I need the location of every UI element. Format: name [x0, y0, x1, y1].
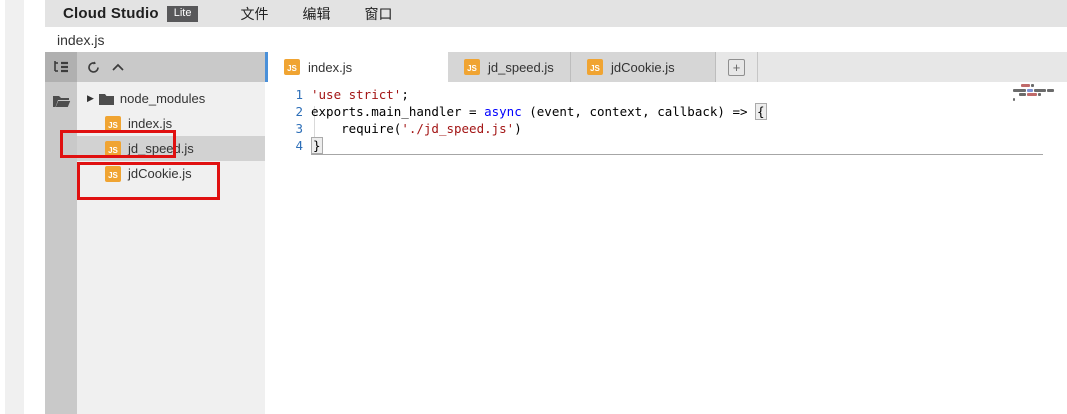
new-tab-cell: +: [716, 52, 758, 82]
js-file-icon: JS: [105, 166, 121, 182]
js-file-icon: JS: [284, 59, 300, 75]
line-number-gutter: 1 2 3 4: [265, 86, 303, 154]
folder-view-button[interactable]: [45, 88, 77, 114]
explorer-view-button[interactable]: [45, 52, 77, 82]
refresh-icon[interactable]: [87, 61, 100, 74]
code-line-1: 'use strict';: [311, 86, 1007, 103]
minimap[interactable]: [1013, 84, 1061, 102]
line-number: 4: [265, 137, 303, 154]
new-tab-button[interactable]: +: [728, 59, 745, 76]
code-editor[interactable]: 1 2 3 4 'use strict'; exports.main_handl…: [265, 82, 1067, 414]
lite-badge: Lite: [167, 6, 199, 22]
menu-edit[interactable]: 编辑: [302, 4, 330, 24]
file-tree: ▶ node_modules JS index.js JS jd_speed.j…: [77, 82, 265, 414]
page-title: index.js: [57, 32, 104, 48]
cloud-studio-window: Cloud Studio Lite 文件 编辑 窗口 index.js: [0, 0, 1067, 414]
js-file-icon: JS: [587, 59, 603, 75]
tab-jdcookie-js[interactable]: JS jdCookie.js: [571, 52, 716, 82]
tree-item-jdcookie-js[interactable]: JS jdCookie.js: [77, 161, 265, 186]
editor-area: JS index.js JS jd_speed.js JS jdCookie.j…: [265, 52, 1067, 414]
tab-label: jdCookie.js: [611, 60, 675, 75]
tab-label: jd_speed.js: [488, 60, 554, 75]
chevron-right-icon[interactable]: ▶: [87, 93, 94, 104]
file-explorer: ▶ node_modules JS index.js JS jd_speed.j…: [77, 52, 265, 414]
js-file-icon: JS: [464, 59, 480, 75]
tree-item-label: index.js: [128, 116, 172, 131]
tree-item-label: jdCookie.js: [128, 166, 192, 181]
current-line-rule: [311, 154, 1043, 155]
code-line-3: require('./jd_speed.js'): [311, 120, 1007, 137]
code-content[interactable]: 'use strict'; exports.main_handler = asy…: [311, 86, 1007, 154]
tree-item-label: jd_speed.js: [128, 141, 194, 156]
code-line-4: }: [311, 137, 1007, 154]
tab-jd-speed-js[interactable]: JS jd_speed.js: [448, 52, 571, 82]
code-line-2: exports.main_handler = async (event, con…: [311, 103, 1007, 120]
collapsed-side-strip: [5, 0, 24, 414]
menu-list: 文件 编辑 窗口: [240, 4, 426, 24]
tree-item-node-modules[interactable]: ▶ node_modules: [77, 86, 265, 111]
menu-window[interactable]: 窗口: [364, 4, 392, 24]
activity-bar: [45, 52, 77, 414]
menu-bar: Cloud Studio Lite 文件 编辑 窗口: [45, 0, 1067, 27]
title-bar: index.js: [45, 27, 1067, 52]
line-number: 2: [265, 103, 303, 120]
tree-item-jd-speed-js[interactable]: JS jd_speed.js: [77, 136, 265, 161]
tab-bar: JS index.js JS jd_speed.js JS jdCookie.j…: [265, 52, 1067, 82]
app-logo: Cloud Studio: [63, 5, 159, 22]
tree-item-index-js[interactable]: JS index.js: [77, 111, 265, 136]
line-number: 3: [265, 120, 303, 137]
tree-item-label: node_modules: [120, 91, 205, 106]
folder-open-icon: [52, 94, 71, 108]
tree-view-icon: [53, 60, 69, 74]
line-number: 1: [265, 86, 303, 103]
collapse-all-icon[interactable]: [112, 63, 124, 71]
app-shell: Cloud Studio Lite 文件 编辑 窗口 index.js: [45, 0, 1067, 414]
js-file-icon: JS: [105, 141, 121, 157]
tab-index-js[interactable]: JS index.js: [268, 52, 448, 82]
js-file-icon: JS: [105, 116, 121, 132]
menu-file[interactable]: 文件: [240, 4, 268, 24]
folder-icon: [99, 93, 114, 105]
explorer-toolbar: [77, 52, 265, 82]
main-area: ▶ node_modules JS index.js JS jd_speed.j…: [45, 52, 1067, 414]
tab-label: index.js: [308, 60, 352, 75]
